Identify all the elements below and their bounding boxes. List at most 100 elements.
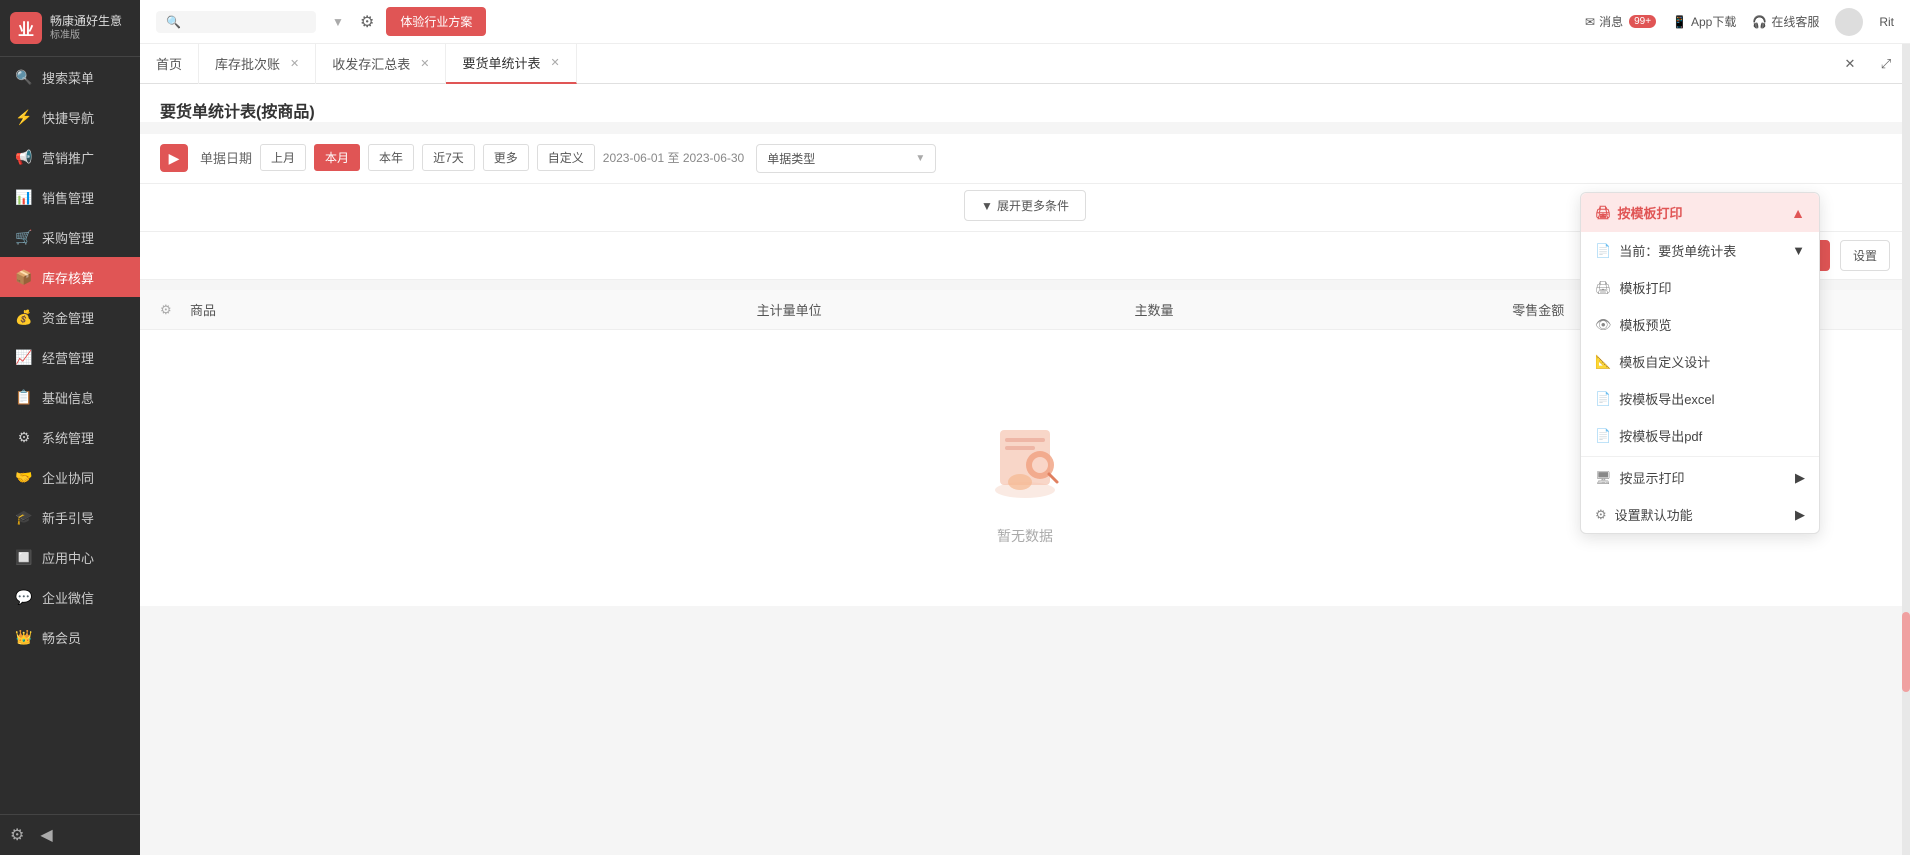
sidebar-item-label: 资金管理 bbox=[42, 308, 94, 327]
sales-icon: 📊 bbox=[14, 187, 34, 207]
date-btn-more[interactable]: 更多 bbox=[483, 144, 529, 171]
page-title: 要货单统计表(按商品) bbox=[160, 98, 1890, 122]
trial-btn[interactable]: 体验行业方案 bbox=[386, 7, 486, 36]
operation-icon: 📈 bbox=[14, 347, 34, 367]
main-content: 🔍 ▼ ⚙ 体验行业方案 ✉ 消息 99+ 📱 App下载 🎧 在线客服 Rit bbox=[140, 0, 1910, 855]
inventory-icon: 📦 bbox=[14, 267, 34, 287]
sidebar-item-label: 快捷导航 bbox=[42, 108, 94, 127]
sidebar-item-marketing[interactable]: 📢 营销推广 bbox=[0, 137, 140, 177]
page-content: 要货单统计表(按商品) ▶ 单据日期 上月 本月 本年 近7天 更多 自定义 2… bbox=[140, 84, 1910, 855]
date-range-label: 2023-06-01 至 2023-06-30 bbox=[603, 149, 744, 166]
display-print-item[interactable]: 🖥 按显示打印 ▶ bbox=[1581, 459, 1819, 496]
tab-close-icon[interactable]: ✕ bbox=[420, 57, 429, 70]
print-current-item[interactable]: 📄 当前：要货单统计表 ▼ bbox=[1581, 232, 1819, 269]
date-btn-this-year[interactable]: 本年 bbox=[368, 144, 414, 171]
set-default-arrow: ▶ bbox=[1795, 507, 1805, 523]
tab-close-icon[interactable]: ✕ bbox=[290, 57, 299, 70]
sidebar-item-search[interactable]: 🔍 搜索菜单 bbox=[0, 57, 140, 97]
template-print-item[interactable]: 🖨 模板打印 bbox=[1581, 269, 1819, 306]
order-type-select[interactable]: 单据类型 ▼ bbox=[756, 144, 936, 173]
sidebar-item-newbie[interactable]: 🎓 新手引导 bbox=[0, 497, 140, 537]
template-export-pdf-item[interactable]: 📄 按模板导出pdf bbox=[1581, 417, 1819, 454]
sidebar-bottom: ⚙ ◀ bbox=[0, 814, 140, 855]
tab-batch-account[interactable]: 库存批次账 ✕ bbox=[199, 44, 316, 84]
user-avatar[interactable] bbox=[1835, 8, 1863, 36]
tabbar: 首页 库存批次账 ✕ 收发存汇总表 ✕ 要货单统计表 ✕ ✕ ⤢ bbox=[140, 44, 1910, 84]
display-print-icon: 🖥 bbox=[1595, 470, 1612, 486]
tab-home[interactable]: 首页 bbox=[140, 44, 199, 84]
settings-btn[interactable]: 设置 bbox=[1840, 240, 1890, 271]
message-btn[interactable]: ✉ 消息 99+ bbox=[1585, 13, 1656, 30]
sidebar-item-apps[interactable]: 🔲 应用中心 bbox=[0, 537, 140, 577]
expand-icon: ▼ bbox=[981, 199, 993, 213]
sidebar-item-basic[interactable]: 📋 基础信息 bbox=[0, 377, 140, 417]
sidebar: 业 畅康通好生意 标准版 🔍 搜索菜单 ⚡ 快捷导航 📢 营销推广 📊 销售管理… bbox=[0, 0, 140, 855]
topbar-search-box[interactable]: 🔍 bbox=[156, 11, 316, 33]
sidebar-item-quick-nav[interactable]: ⚡ 快捷导航 bbox=[0, 97, 140, 137]
quick-nav-icon: ⚡ bbox=[14, 107, 34, 127]
print-dropdown-close-btn[interactable]: ▲ bbox=[1791, 205, 1805, 221]
filter-expand-icon[interactable]: ▶ bbox=[160, 144, 188, 172]
export-excel-icon: 📄 bbox=[1595, 391, 1611, 407]
sidebar-item-finance[interactable]: 💰 资金管理 bbox=[0, 297, 140, 337]
export-pdf-icon: 📄 bbox=[1595, 428, 1611, 444]
col-settings-icon[interactable]: ⚙ bbox=[160, 302, 190, 318]
date-btn-7days[interactable]: 近7天 bbox=[422, 144, 475, 171]
sidebar-item-purchase[interactable]: 🛒 采购管理 bbox=[0, 217, 140, 257]
current-template-arrow: ▼ bbox=[1792, 243, 1805, 258]
tab-expand-btn[interactable]: ⤢ bbox=[1872, 50, 1900, 78]
marketing-icon: 📢 bbox=[14, 147, 34, 167]
template-design-icon: 📐 bbox=[1595, 354, 1611, 370]
set-default-icon: ⚙ bbox=[1595, 507, 1607, 523]
filter-bar: ▶ 单据日期 上月 本月 本年 近7天 更多 自定义 2023-06-01 至 … bbox=[140, 134, 1910, 184]
sidebar-item-inventory[interactable]: 📦 库存核算 bbox=[0, 257, 140, 297]
date-btn-custom[interactable]: 自定义 bbox=[537, 144, 595, 171]
message-icon: ✉ bbox=[1585, 15, 1595, 29]
topbar: 🔍 ▼ ⚙ 体验行业方案 ✉ 消息 99+ 📱 App下载 🎧 在线客服 Rit bbox=[140, 0, 1910, 44]
sidebar-item-label: 营销推广 bbox=[42, 148, 94, 167]
sidebar-item-sales[interactable]: 📊 销售管理 bbox=[0, 177, 140, 217]
sidebar-item-wechat[interactable]: 💬 企业微信 bbox=[0, 577, 140, 617]
app-download-btn[interactable]: 📱 App下载 bbox=[1672, 13, 1736, 30]
set-default-item[interactable]: ⚙ 设置默认功能 ▶ bbox=[1581, 496, 1819, 533]
expand-more-btn[interactable]: ▼ 展开更多条件 bbox=[964, 190, 1086, 221]
tab-close-icon[interactable]: ✕ bbox=[551, 56, 560, 69]
date-btn-this-month[interactable]: 本月 bbox=[314, 144, 360, 171]
sidebar-item-label: 库存核算 bbox=[42, 268, 94, 287]
date-btn-last-month[interactable]: 上月 bbox=[260, 144, 306, 171]
topbar-settings-icon[interactable]: ⚙ bbox=[360, 12, 374, 32]
purchase-icon: 🛒 bbox=[14, 227, 34, 247]
col-qty: 主数量 bbox=[1134, 300, 1512, 319]
apps-icon: 🔲 bbox=[14, 547, 34, 567]
template-export-excel-item[interactable]: 📄 按模板导出excel bbox=[1581, 380, 1819, 417]
tab-home-label: 首页 bbox=[156, 54, 182, 73]
online-service-btn[interactable]: 🎧 在线客服 bbox=[1752, 13, 1819, 30]
member-icon: 👑 bbox=[14, 627, 34, 647]
sidebar-item-operation[interactable]: 📈 经营管理 bbox=[0, 337, 140, 377]
template-preview-item[interactable]: 👁 模板预览 bbox=[1581, 306, 1819, 343]
topbar-right: ✉ 消息 99+ 📱 App下载 🎧 在线客服 Rit bbox=[1585, 8, 1894, 36]
finance-icon: 💰 bbox=[14, 307, 34, 327]
sidebar-item-system[interactable]: ⚙ 系统管理 bbox=[0, 417, 140, 457]
order-type-section: 单据类型 ▼ bbox=[756, 144, 936, 173]
sidebar-item-label: 系统管理 bbox=[42, 428, 94, 447]
sidebar-item-collab[interactable]: 🤝 企业协同 bbox=[0, 457, 140, 497]
basic-icon: 📋 bbox=[14, 387, 34, 407]
logo-icon: 业 bbox=[10, 12, 42, 44]
tab-order-stats[interactable]: 要货单统计表 ✕ bbox=[446, 44, 576, 84]
app-icon: 📱 bbox=[1672, 15, 1687, 29]
sidebar-item-label: 企业微信 bbox=[42, 588, 94, 607]
tab-receipt-summary[interactable]: 收发存汇总表 ✕ bbox=[316, 44, 446, 84]
page-header: 要货单统计表(按商品) bbox=[140, 84, 1910, 122]
page-scrollbar[interactable] bbox=[1902, 84, 1910, 855]
sidebar-item-label: 搜索菜单 bbox=[42, 68, 94, 87]
sidebar-item-member[interactable]: 👑 畅会员 bbox=[0, 617, 140, 657]
template-design-item[interactable]: 📐 模板自定义设计 bbox=[1581, 343, 1819, 380]
tab-close-all-btn[interactable]: ✕ bbox=[1836, 50, 1864, 78]
sidebar-collapse-icon[interactable]: ◀ bbox=[40, 825, 52, 845]
empty-illustration bbox=[975, 410, 1075, 510]
tab-label: 库存批次账 bbox=[215, 54, 280, 73]
sidebar-settings-icon[interactable]: ⚙ bbox=[10, 825, 24, 845]
dropdown-arrow-icon[interactable]: ▼ bbox=[328, 15, 348, 29]
date-filter-section: 单据日期 上月 本月 本年 近7天 更多 自定义 2023-06-01 至 20… bbox=[200, 144, 744, 171]
